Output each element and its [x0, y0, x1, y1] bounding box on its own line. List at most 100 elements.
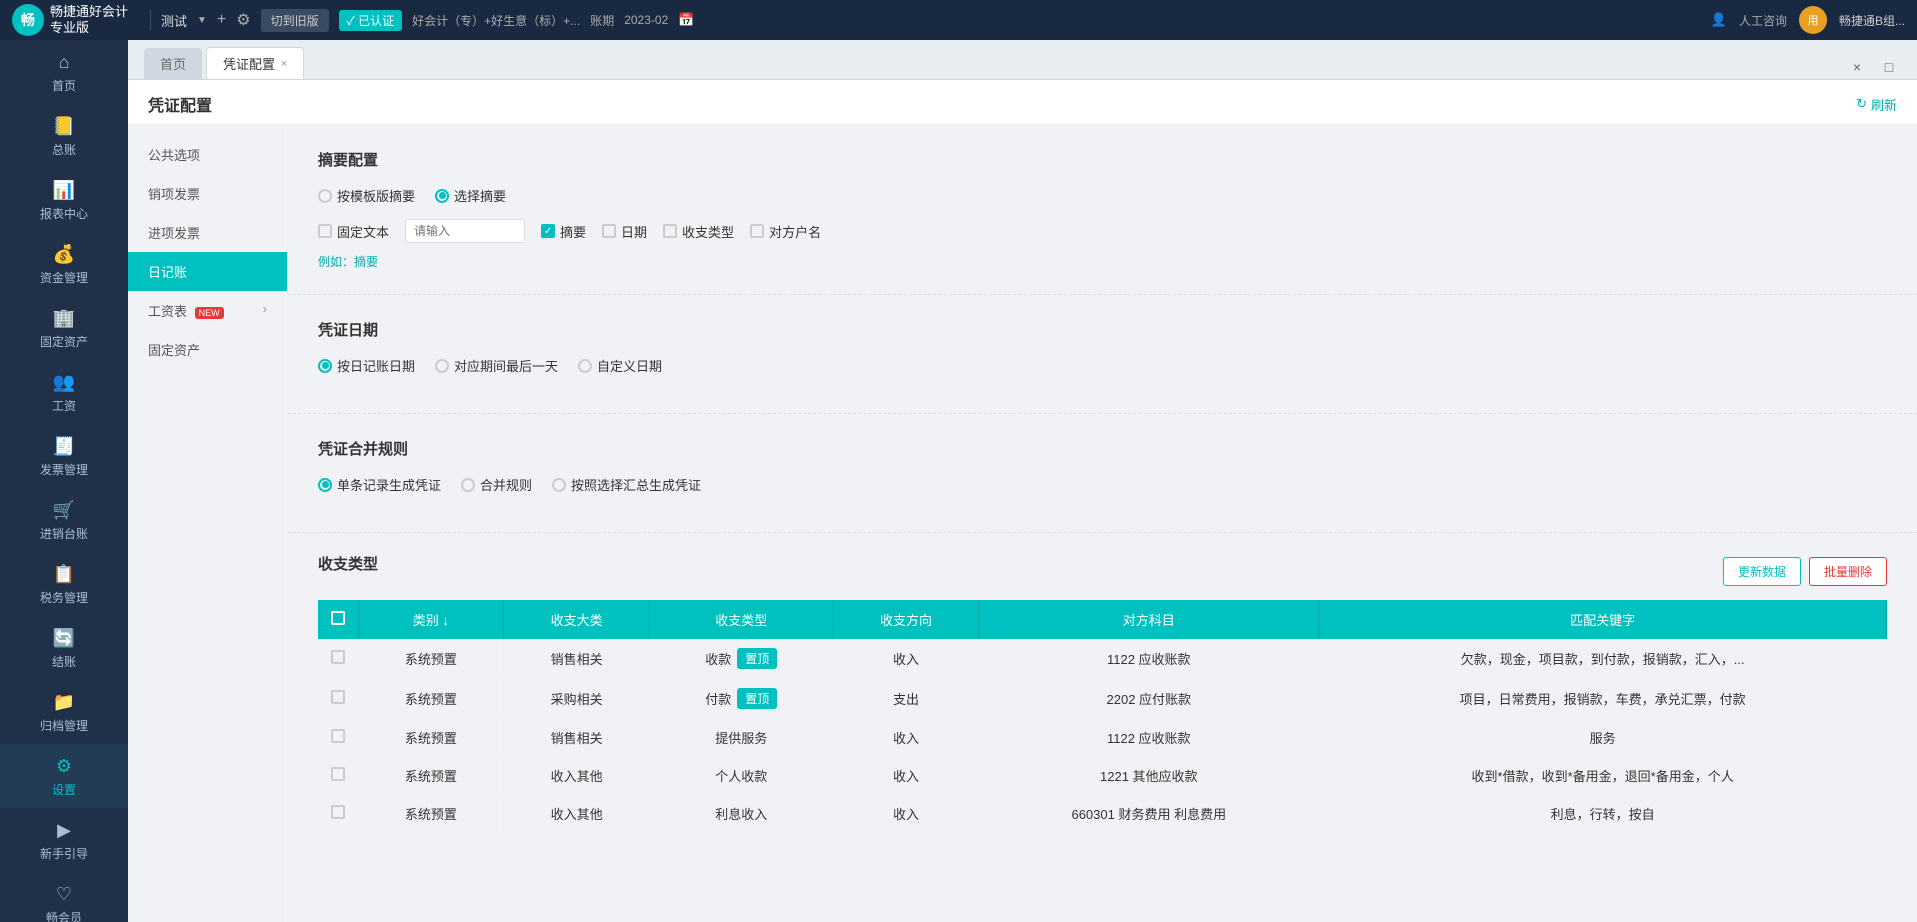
left-nav-purchase-invoice[interactable]: 进项发票 [128, 213, 287, 252]
left-nav-payroll[interactable]: 工资表 NEW › [128, 291, 287, 330]
user-avatar[interactable]: 用 [1799, 6, 1827, 34]
radio-selected-total[interactable]: 按照选择汇总生成凭证 [552, 475, 701, 494]
update-data-btn[interactable]: 更新数据 [1723, 557, 1801, 586]
close-window-btn[interactable]: × [1845, 55, 1869, 79]
radio-period-last-circle [435, 359, 449, 373]
tab-voucher-config[interactable]: 凭证配置 × [206, 47, 304, 79]
row-keywords: 欠款，现金，项目款，到付款，报销款，汇入，... [1319, 639, 1887, 679]
table-row: 系统预置收入其他个人收款收入1221 其他应收款收到*借款，收到*备用金，退回*… [318, 757, 1887, 795]
sidebar-label-purchase: 进销台账 [40, 525, 88, 542]
voucher-date-radio-group: 按日记账日期 对应期间最后一天 自定义日期 [318, 356, 1887, 375]
radio-merge[interactable]: 合并规则 [461, 475, 532, 494]
radio-single[interactable]: 单条记录生成凭证 [318, 475, 441, 494]
member-icon: ♡ [56, 884, 72, 905]
left-nav-journal-label: 日记账 [148, 265, 187, 280]
row-account: 1221 其他应收款 [979, 757, 1319, 795]
sidebar-item-settlement[interactable]: 🔄 结账 [0, 616, 128, 680]
cb-abstract[interactable]: ✓ 摘要 [541, 222, 586, 241]
radio-select[interactable]: 选择摘要 [435, 186, 506, 205]
new-badge: NEW [195, 307, 224, 319]
help-icon[interactable]: 👤 [1711, 12, 1727, 28]
sidebar-label-assets: 固定资产 [40, 333, 88, 350]
top-tag[interactable]: 置顶 [737, 648, 777, 669]
sidebar-label-funds: 资金管理 [40, 269, 88, 286]
archive-icon: 📁 [53, 692, 75, 713]
row-checkbox[interactable] [318, 639, 358, 679]
row-main-type: 销售相关 [504, 719, 650, 757]
sidebar-item-tax[interactable]: 📋 税务管理 [0, 552, 128, 616]
app-name: 畅捷通好会计 [50, 4, 128, 20]
radio-select-label: 选择摘要 [454, 186, 506, 205]
sidebar-item-funds[interactable]: 💰 资金管理 [0, 232, 128, 296]
sidebar-item-ledger[interactable]: 📒 总账 [0, 104, 128, 168]
refresh-label: 刷新 [1871, 95, 1897, 114]
cb-type[interactable]: 收支类型 [663, 222, 734, 241]
add-icon[interactable]: + [217, 11, 226, 29]
sidebar-item-home[interactable]: ⌂ 首页 [0, 40, 128, 104]
row-sub-type: 收款 置顶 [649, 639, 833, 679]
checkbox-icon[interactable] [331, 650, 345, 664]
sidebar-item-purchase[interactable]: 🛒 进销台账 [0, 488, 128, 552]
tab-close-icon[interactable]: × [281, 58, 287, 70]
row-checkbox[interactable] [318, 679, 358, 719]
radio-custom-date[interactable]: 自定义日期 [578, 356, 662, 375]
top-bar: 畅 畅捷通好会计 专业版 测试 ▼ + ⚙ 切到旧版 ✓ 已认证 好会计（专）+… [0, 0, 1917, 40]
cb-type-box [663, 224, 677, 238]
radio-journal-date[interactable]: 按日记账日期 [318, 356, 415, 375]
refresh-btn[interactable]: ↻ 刷新 [1856, 95, 1897, 114]
sidebar-label-reports: 报表中心 [40, 205, 88, 222]
dropdown-arrow[interactable]: ▼ [197, 15, 207, 26]
checkbox-icon[interactable] [331, 805, 345, 819]
expand-arrow: › [263, 301, 267, 316]
radio-template-label: 按模板版摘要 [337, 186, 415, 205]
certified-tag: ✓ 已认证 [339, 10, 403, 31]
page-header: 凭证配置 ↻ 刷新 [128, 80, 1917, 125]
tab-home[interactable]: 首页 [144, 48, 202, 79]
help-label[interactable]: 人工咨询 [1739, 12, 1787, 29]
radio-period-last[interactable]: 对应期间最后一天 [435, 356, 558, 375]
period-label: 账期 [590, 12, 614, 29]
sidebar-item-guide[interactable]: ▶ 新手引导 [0, 808, 128, 872]
merge-rules-title: 凭证合并规则 [318, 438, 1887, 459]
row-direction: 收入 [833, 639, 979, 679]
th-checkbox[interactable] [318, 600, 358, 639]
sidebar-item-settings[interactable]: ⚙ 设置 [0, 744, 128, 808]
sidebar-item-reports[interactable]: 📊 报表中心 [0, 168, 128, 232]
cb-abstract-label: 摘要 [560, 222, 586, 241]
cb-date[interactable]: 日期 [602, 222, 647, 241]
sidebar-item-invoice-mgmt[interactable]: 🧾 发票管理 [0, 424, 128, 488]
row-checkbox[interactable] [318, 795, 358, 833]
checkbox-icon[interactable] [331, 729, 345, 743]
cb-fixed-text[interactable]: 固定文本 [318, 222, 389, 241]
cb-abstract-box: ✓ [541, 224, 555, 238]
cb-counterparty[interactable]: 对方户名 [750, 222, 821, 241]
sidebar-item-assets[interactable]: 🏢 固定资产 [0, 296, 128, 360]
left-nav-fixed-assets[interactable]: 固定资产 [128, 330, 287, 369]
sidebar-item-salary[interactable]: 👥 工资 [0, 360, 128, 424]
left-nav-journal[interactable]: 日记账 [128, 252, 287, 291]
fixed-text-input[interactable] [405, 219, 525, 243]
top-tag[interactable]: 置顶 [737, 688, 777, 709]
calendar-icon[interactable]: 📅 [678, 12, 694, 28]
maximize-window-btn[interactable]: □ [1877, 55, 1901, 79]
sidebar-item-member[interactable]: ♡ 畅会员 [0, 872, 128, 922]
left-nav-public[interactable]: 公共选项 [128, 135, 287, 174]
sidebar-item-archive[interactable]: 📁 归档管理 [0, 680, 128, 744]
sidebar-label-settlement: 结账 [52, 653, 76, 670]
select-all-checkbox[interactable] [331, 611, 345, 625]
voucher-date-section: 凭证日期 按日记账日期 对应期间最后一天 [288, 295, 1917, 414]
left-nav-sales-invoice[interactable]: 销项发票 [128, 174, 287, 213]
row-checkbox[interactable] [318, 719, 358, 757]
row-category: 系统预置 [358, 679, 504, 719]
row-keywords: 收到*借款，收到*备用金，退回*备用金，个人 [1319, 757, 1887, 795]
row-main-type: 销售相关 [504, 639, 650, 679]
settings-icon[interactable]: ⚙ [236, 10, 250, 30]
checkbox-icon[interactable] [331, 767, 345, 781]
switch-old-btn[interactable]: 切到旧版 [261, 9, 329, 32]
row-checkbox[interactable] [318, 757, 358, 795]
assets-icon: 🏢 [53, 308, 75, 329]
radio-template[interactable]: 按模板版摘要 [318, 186, 415, 205]
checkbox-icon[interactable] [331, 690, 345, 704]
sidebar-label-invoice-mgmt: 发票管理 [40, 461, 88, 478]
batch-delete-btn[interactable]: 批量删除 [1809, 557, 1887, 586]
